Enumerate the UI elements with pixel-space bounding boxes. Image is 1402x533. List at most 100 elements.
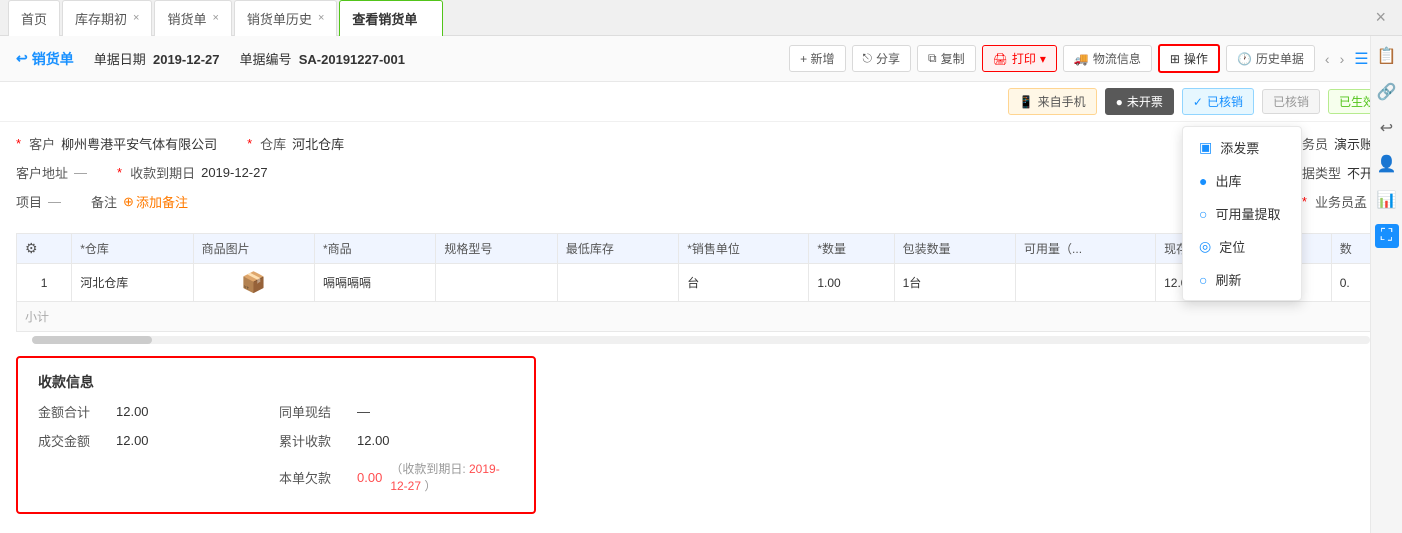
doc-meta: 单据日期 2019-12-27 单据编号 SA-20191227-001 bbox=[94, 49, 405, 68]
cell-pack: 1台 bbox=[894, 264, 1015, 302]
doc-number-value: SA-20191227-001 bbox=[299, 52, 405, 67]
print-button[interactable]: 🖨 打印 ▾ bbox=[982, 45, 1057, 72]
share-icon: ⎋ bbox=[863, 51, 873, 66]
address-label: 客户地址 bbox=[16, 163, 68, 182]
staff2-label: 业务员孟 bbox=[1315, 192, 1367, 211]
doc-date-value: 2019-12-27 bbox=[153, 52, 220, 67]
warehouse-field: * 仓库 河北仓库 bbox=[247, 134, 344, 153]
scroll-thumb[interactable] bbox=[32, 336, 152, 344]
tab-sales-order-close[interactable]: × bbox=[212, 12, 218, 24]
window-close-button[interactable]: × bbox=[1367, 7, 1394, 28]
cell-min-stock bbox=[557, 264, 678, 302]
operations-icon: ⊞ bbox=[1170, 52, 1180, 66]
outbound-label: 出库 bbox=[1215, 171, 1241, 190]
project-field: 项目 — bbox=[16, 192, 61, 211]
table-scrollbar[interactable] bbox=[32, 336, 1370, 344]
toolbar-row: 📱 来自手机 ● 未开票 ✓ 已核销 已核销 已生效 bbox=[0, 82, 1402, 122]
operations-button[interactable]: ⊞ 操作 bbox=[1158, 44, 1220, 73]
sidebar-user-icon[interactable]: 👤 bbox=[1375, 152, 1399, 176]
settlement-label: 同单现结 bbox=[279, 402, 349, 421]
doc-type-title: ↩ 销货单 bbox=[16, 49, 74, 69]
th-quantity: *数量 bbox=[809, 234, 894, 264]
unchecked-button[interactable]: ● 未开票 bbox=[1105, 88, 1174, 115]
tab-inventory-label: 库存期初 bbox=[75, 9, 127, 28]
confirm-label: 已核销 bbox=[1207, 93, 1243, 110]
th-gear[interactable]: ⚙ bbox=[17, 234, 72, 264]
sidebar-chart-icon[interactable]: 📊 bbox=[1375, 188, 1399, 212]
next-arrow[interactable]: › bbox=[1336, 49, 1349, 69]
tab-sales-history-close[interactable]: × bbox=[318, 12, 324, 24]
available-qty-icon: ○ bbox=[1199, 206, 1207, 222]
print-button-label: 打印 bbox=[1012, 50, 1036, 67]
sidebar-clipboard-icon[interactable]: 📋 bbox=[1375, 44, 1399, 68]
tab-sales-order[interactable]: 销货单 × bbox=[154, 0, 231, 36]
dropdown-locate[interactable]: ◎ 定位 bbox=[1183, 230, 1301, 263]
doc-type-icon: ↩ bbox=[16, 50, 28, 67]
product-image-icon: 📦 bbox=[241, 272, 266, 294]
sidebar-link-icon[interactable]: 🔗 bbox=[1375, 80, 1399, 104]
deal-row: 成交金额 12.00 bbox=[38, 431, 273, 450]
refresh-icon: ○ bbox=[1199, 272, 1207, 288]
arrears-label: 本单欠款 bbox=[279, 468, 349, 487]
tab-home[interactable]: 首页 bbox=[8, 0, 60, 36]
dropdown-outbound[interactable]: ● 出库 bbox=[1183, 164, 1301, 197]
logistics-button[interactable]: 🚚 物流信息 bbox=[1063, 45, 1152, 72]
tab-sales-history-label: 销货单历史 bbox=[247, 9, 312, 28]
tab-view-sales-close[interactable]: × bbox=[423, 12, 429, 24]
list-view-icon[interactable]: ☰ bbox=[1354, 49, 1368, 69]
payment-date-label: 收款到期日 bbox=[130, 163, 195, 182]
customer-label: 客户 bbox=[29, 134, 55, 153]
sidebar-fullscreen-icon[interactable]: ⛶ bbox=[1375, 224, 1399, 248]
customer-required: * bbox=[16, 136, 21, 151]
sold-badge[interactable]: 已核销 bbox=[1262, 89, 1320, 114]
share-button[interactable]: ⎋ 分享 bbox=[852, 45, 912, 72]
locate-icon: ◎ bbox=[1199, 238, 1211, 255]
th-spec: 规格型号 bbox=[436, 234, 557, 264]
payment-date-value[interactable]: 2019-12-27 bbox=[201, 165, 268, 180]
unchecked-label: 未开票 bbox=[1127, 93, 1163, 110]
dropdown-add-invoice[interactable]: ▣ 添发票 bbox=[1183, 131, 1301, 164]
address-value: — bbox=[74, 165, 87, 180]
add-note-button[interactable]: ⊕ 添加备注 bbox=[123, 192, 188, 211]
customer-value[interactable]: 柳州粤港平安气体有限公司 bbox=[61, 134, 217, 153]
deal-value: 12.00 bbox=[116, 433, 149, 448]
total-label: 金额合计 bbox=[38, 402, 108, 421]
available-qty-label: 可用量提取 bbox=[1215, 204, 1280, 223]
nav-arrows: ‹ › bbox=[1321, 49, 1348, 69]
note-label: 备注 bbox=[91, 192, 117, 211]
cell-available bbox=[1016, 264, 1156, 302]
settlement-value: — bbox=[357, 404, 370, 419]
phone-icon: 📱 bbox=[1019, 95, 1034, 109]
unchecked-icon: ● bbox=[1116, 95, 1123, 109]
print-icon: 🖨 bbox=[993, 52, 1008, 66]
new-button[interactable]: + 新增 bbox=[789, 45, 845, 72]
th-available: 可用量（... bbox=[1016, 234, 1156, 264]
sidebar-return-icon[interactable]: ↩ bbox=[1375, 116, 1399, 140]
total-value: 12.00 bbox=[116, 404, 149, 419]
refresh-label: 刷新 bbox=[1215, 270, 1241, 289]
add-note-icon: ⊕ bbox=[123, 194, 134, 210]
confirm-button[interactable]: ✓ 已核销 bbox=[1182, 88, 1254, 115]
warehouse-value[interactable]: 河北仓库 bbox=[292, 134, 344, 153]
settlement-row: 同单现结 — bbox=[279, 402, 514, 421]
prev-arrow[interactable]: ‹ bbox=[1321, 49, 1334, 69]
tab-inventory-close[interactable]: × bbox=[133, 12, 139, 24]
tab-inventory-init[interactable]: 库存期初 × bbox=[62, 0, 152, 36]
tab-sales-history[interactable]: 销货单历史 × bbox=[234, 0, 337, 36]
doc-number-label: 单据编号 SA-20191227-001 bbox=[239, 49, 405, 68]
warehouse-required: * bbox=[247, 136, 252, 151]
copy-button[interactable]: ⧉ 复制 bbox=[917, 45, 976, 72]
subtotal-label: 小计 bbox=[17, 302, 1386, 332]
dropdown-refresh[interactable]: ○ 刷新 bbox=[1183, 263, 1301, 296]
doc-type-label: 销货单 bbox=[32, 49, 74, 69]
customer-field: * 客户 柳州粤港平安气体有限公司 bbox=[16, 134, 217, 153]
product-table: ⚙ *仓库 商品图片 *商品 规格型号 最低库存 *销售单位 *数量 包装数量 … bbox=[16, 233, 1386, 332]
tab-view-sales[interactable]: 查看销货单 × bbox=[339, 0, 442, 36]
cumulative-value: 12.00 bbox=[357, 433, 390, 448]
form-row-1: * 客户 柳州粤港平安气体有限公司 * 仓库 河北仓库 业务员 演示账号 bbox=[16, 134, 1386, 153]
history-button[interactable]: 🕐 历史单据 bbox=[1226, 45, 1315, 72]
th-min-stock: 最低库存 bbox=[557, 234, 678, 264]
dropdown-available-qty[interactable]: ○ 可用量提取 bbox=[1183, 197, 1301, 230]
from-phone-button[interactable]: 📱 来自手机 bbox=[1008, 88, 1097, 115]
summary-box: 收款信息 金额合计 12.00 同单现结 — 成交金额 12.00 累计收款 1… bbox=[16, 356, 536, 514]
